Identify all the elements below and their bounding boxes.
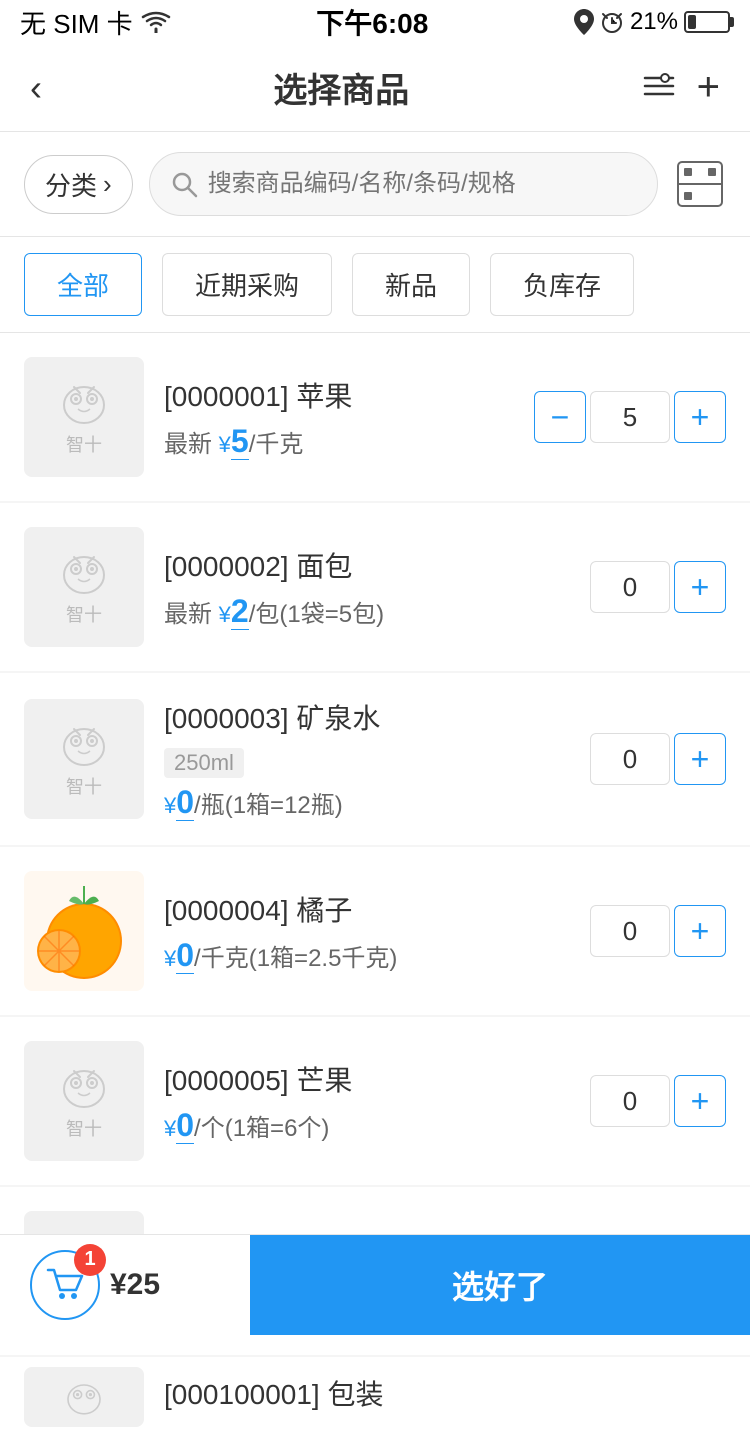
owl-text: 智十: [66, 773, 102, 799]
confirm-button[interactable]: 选好了: [250, 1235, 750, 1335]
qty-plus-button[interactable]: +: [674, 1075, 726, 1127]
status-right: 21%: [574, 8, 730, 36]
wifi-icon: [141, 11, 171, 33]
scan-icon[interactable]: [674, 158, 726, 210]
product-price: ¥0/瓶(1箱=12瓶): [164, 784, 570, 821]
product-image-0000001: 智十: [24, 357, 144, 477]
navbar-right: +: [641, 65, 720, 110]
product-image-partial: [24, 1367, 144, 1427]
product-info-0000004: [0000004] 橘子 ¥0/千克(1箱=2.5千克): [164, 889, 570, 974]
tab-recent[interactable]: 近期采购: [162, 253, 332, 316]
search-icon: [170, 170, 198, 198]
status-bar: 无 SIM 卡 下午6:08 21%: [0, 0, 750, 44]
qty-control-0000004: +: [590, 905, 726, 957]
product-item: 智十 [0000001] 苹果 最新 ¥5/千克 − +: [0, 333, 750, 501]
qty-plus-button[interactable]: +: [674, 733, 726, 785]
qty-control-0000005: +: [590, 1075, 726, 1127]
qty-control-0000003: +: [590, 733, 726, 785]
cart-button[interactable]: 1: [30, 1250, 100, 1320]
tab-all[interactable]: 全部: [24, 253, 142, 316]
product-price: 最新 ¥2/包(1袋=5包): [164, 593, 570, 630]
product-name: [0000004] 橘子: [164, 889, 570, 929]
product-info-0000005: [0000005] 芒果 ¥0/个(1箱=6个): [164, 1059, 570, 1144]
navbar: ‹ 选择商品 +: [0, 44, 750, 132]
bottom-bar: 1 ¥25 选好了: [0, 1234, 750, 1334]
qty-control-0000002: +: [590, 561, 726, 613]
location-icon: [574, 9, 594, 35]
page-title: 选择商品: [273, 63, 409, 112]
product-info-partial: [000100001] 包装: [164, 1373, 726, 1421]
search-input[interactable]: [208, 170, 637, 198]
product-name: [0000002] 面包: [164, 545, 570, 585]
carrier-text: 无 SIM 卡: [20, 4, 133, 41]
product-price: ¥0/个(1箱=6个): [164, 1107, 570, 1144]
filter-bar: 分类 ›: [0, 132, 750, 237]
owl-text: 智十: [66, 1115, 102, 1141]
cart-badge: 1: [74, 1244, 106, 1276]
qty-input[interactable]: [590, 905, 670, 957]
qty-minus-button[interactable]: −: [534, 391, 586, 443]
product-spec: 250ml: [164, 748, 244, 778]
status-left: 无 SIM 卡: [20, 4, 171, 41]
qty-input[interactable]: [590, 391, 670, 443]
qty-plus-button[interactable]: +: [674, 905, 726, 957]
owl-text: 智十: [66, 601, 102, 627]
owl-text: 智十: [66, 431, 102, 457]
product-image-0000003: 智十: [24, 699, 144, 819]
battery-icon: [684, 11, 730, 33]
product-price: 最新 ¥5/千克: [164, 423, 514, 460]
qty-plus-button[interactable]: +: [674, 561, 726, 613]
product-image-0000005: 智十: [24, 1041, 144, 1161]
tab-new[interactable]: 新品: [352, 253, 470, 316]
product-name: [0000003] 矿泉水: [164, 697, 570, 737]
qty-control-0000001: − +: [534, 391, 726, 443]
product-item: 智十 [0000003] 矿泉水 250ml ¥0/瓶(1箱=12瓶) +: [0, 673, 750, 845]
tab-negative[interactable]: 负库存: [490, 253, 634, 316]
product-image-0000002: 智十: [24, 527, 144, 647]
cart-total: ¥25: [110, 1268, 160, 1302]
search-box: [149, 152, 658, 216]
product-item: [0000004] 橘子 ¥0/千克(1箱=2.5千克) +: [0, 847, 750, 1015]
product-item: 智十 [0000005] 芒果 ¥0/个(1箱=6个) +: [0, 1017, 750, 1185]
add-button[interactable]: +: [697, 65, 720, 110]
tabs: 全部 近期采购 新品 负库存: [0, 237, 750, 333]
qty-input[interactable]: [590, 1075, 670, 1127]
back-button[interactable]: ‹: [30, 67, 42, 109]
cart-icon: [46, 1268, 84, 1302]
product-item: 智十 [0000002] 面包 最新 ¥2/包(1袋=5包) +: [0, 503, 750, 671]
product-image-0000004: [24, 871, 144, 991]
qty-plus-button[interactable]: +: [674, 391, 726, 443]
category-button[interactable]: 分类 ›: [24, 155, 133, 214]
product-name: [0000001] 苹果: [164, 375, 514, 415]
product-item-partial: [000100001] 包装: [0, 1357, 750, 1437]
product-info-0000003: [0000003] 矿泉水 250ml ¥0/瓶(1箱=12瓶): [164, 697, 570, 821]
battery-text: 21%: [630, 8, 678, 36]
product-name: [0000005] 芒果: [164, 1059, 570, 1099]
product-info-0000002: [0000002] 面包 最新 ¥2/包(1袋=5包): [164, 545, 570, 630]
alarm-icon: [600, 9, 624, 35]
category-label: 分类: [45, 166, 97, 203]
qty-input[interactable]: [590, 733, 670, 785]
category-chevron: ›: [103, 169, 112, 200]
navbar-left: ‹: [30, 67, 42, 109]
filter-icon[interactable]: [641, 70, 677, 106]
product-name-partial: [000100001] 包装: [164, 1373, 726, 1413]
product-price: ¥0/千克(1箱=2.5千克): [164, 937, 570, 974]
status-time: 下午6:08: [316, 2, 428, 42]
cart-section: 1 ¥25: [0, 1250, 250, 1320]
product-info-0000001: [0000001] 苹果 最新 ¥5/千克: [164, 375, 514, 460]
qty-input[interactable]: [590, 561, 670, 613]
